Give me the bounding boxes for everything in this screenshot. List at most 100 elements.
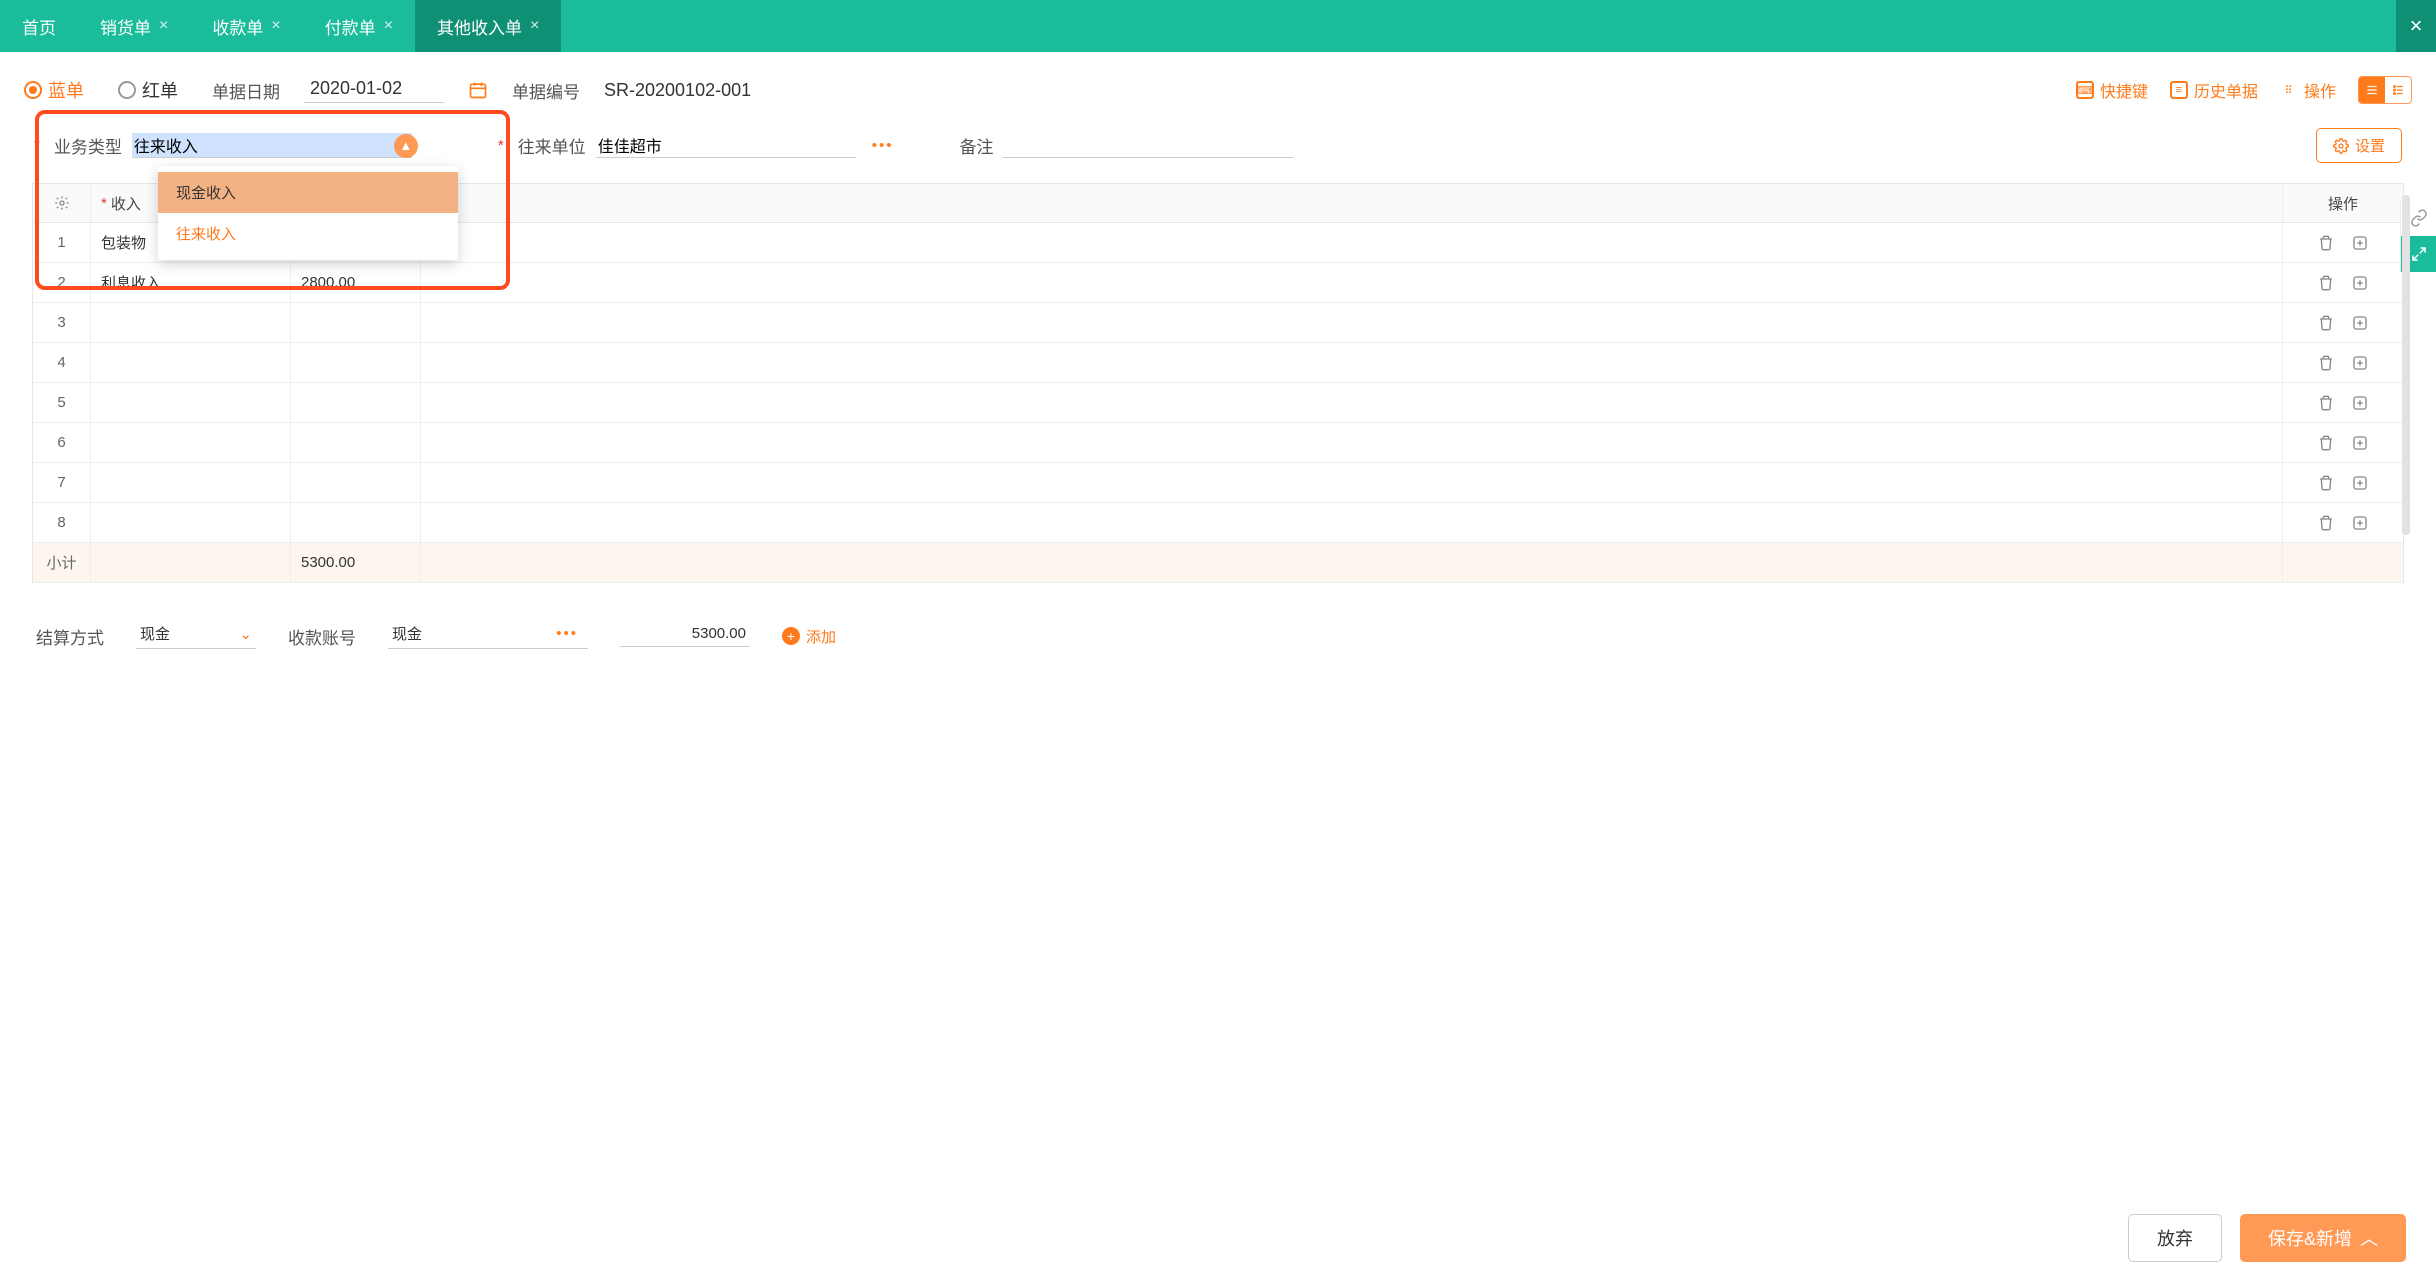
- tab-receipt[interactable]: 收款单×: [190, 0, 302, 52]
- delete-icon[interactable]: [2318, 515, 2334, 531]
- calendar-icon[interactable]: [468, 80, 488, 100]
- delete-icon[interactable]: [2318, 315, 2334, 331]
- add-row-icon[interactable]: [2352, 395, 2368, 411]
- row-income[interactable]: [91, 503, 291, 542]
- row-amount[interactable]: [291, 343, 421, 382]
- tab-home[interactable]: 首页: [0, 0, 78, 52]
- required-mark: *: [498, 137, 504, 154]
- party-field: * 往来单位 •••: [498, 133, 900, 158]
- row-index: 1: [33, 223, 91, 262]
- discard-button[interactable]: 放弃: [2128, 1214, 2222, 1262]
- settings-button[interactable]: 设置: [2316, 128, 2402, 163]
- add-row-icon[interactable]: [2352, 355, 2368, 371]
- tab-payment[interactable]: 付款单×: [303, 0, 415, 52]
- tab-sales[interactable]: 销货单×: [78, 0, 190, 52]
- table-row[interactable]: 7: [32, 463, 2404, 503]
- close-icon[interactable]: ×: [159, 17, 168, 35]
- row-remark[interactable]: [421, 423, 2283, 462]
- dropdown-option[interactable]: 往来收入: [158, 213, 458, 254]
- row-remark[interactable]: [421, 383, 2283, 422]
- required-mark: *: [34, 137, 40, 154]
- delete-icon[interactable]: [2318, 275, 2334, 291]
- chevron-up-icon[interactable]: ▲: [394, 134, 418, 158]
- row-income[interactable]: [91, 303, 291, 342]
- row-amount[interactable]: [291, 503, 421, 542]
- row-income[interactable]: 利息收入: [91, 263, 291, 302]
- add-row-icon[interactable]: [2352, 315, 2368, 331]
- keyboard-icon: ⌨: [2076, 81, 2094, 99]
- delete-icon[interactable]: [2318, 395, 2334, 411]
- row-amount[interactable]: [291, 423, 421, 462]
- row-index: 7: [33, 463, 91, 502]
- account-select[interactable]: 现金•••: [388, 623, 588, 649]
- chevron-down-icon: ⌄: [239, 625, 252, 643]
- row-remark[interactable]: [421, 503, 2283, 542]
- close-icon[interactable]: ×: [530, 17, 539, 35]
- add-row-icon[interactable]: [2352, 275, 2368, 291]
- row-amount[interactable]: [291, 303, 421, 342]
- table-row[interactable]: 6: [32, 423, 2404, 463]
- add-row-icon[interactable]: [2352, 235, 2368, 251]
- row-index: 4: [33, 343, 91, 382]
- table-row[interactable]: 5: [32, 383, 2404, 423]
- row-remark[interactable]: [421, 223, 2283, 262]
- view-detail-icon[interactable]: [2385, 77, 2411, 103]
- table-row[interactable]: 4: [32, 343, 2404, 383]
- biz-type-input[interactable]: [132, 133, 412, 158]
- add-row-icon[interactable]: [2352, 515, 2368, 531]
- add-row-icon[interactable]: [2352, 435, 2368, 451]
- row-amount[interactable]: [291, 463, 421, 502]
- close-panel-button[interactable]: ×: [2396, 0, 2436, 52]
- doc-date-value[interactable]: 2020-01-02: [304, 78, 444, 103]
- tab-other-income[interactable]: 其他收入单×: [415, 0, 561, 52]
- dropdown-option[interactable]: 现金收入: [158, 172, 458, 213]
- remark-label: 备注: [959, 133, 993, 158]
- doc-no-value: SR-20200102-001: [604, 80, 751, 101]
- scrollbar[interactable]: [2402, 195, 2410, 535]
- row-remark[interactable]: [421, 343, 2283, 382]
- doc-date-label: 单据日期: [212, 78, 280, 103]
- more-icon[interactable]: •••: [866, 137, 900, 154]
- biz-type-label: 业务类型: [54, 133, 122, 158]
- close-icon[interactable]: ×: [384, 17, 393, 35]
- row-index: 8: [33, 503, 91, 542]
- row-income[interactable]: [91, 423, 291, 462]
- table-row[interactable]: 8: [32, 503, 2404, 543]
- row-remark[interactable]: [421, 303, 2283, 342]
- save-new-button[interactable]: 保存&新增︿: [2240, 1214, 2406, 1262]
- row-income[interactable]: [91, 383, 291, 422]
- row-amount[interactable]: 2800.00: [291, 263, 421, 302]
- view-toggle: [2358, 76, 2412, 104]
- settlement-amount[interactable]: 5300.00: [620, 625, 750, 647]
- red-doc-radio[interactable]: 红单: [118, 77, 188, 103]
- delete-icon[interactable]: [2318, 355, 2334, 371]
- settle-label: 结算方式: [36, 624, 104, 649]
- blue-doc-radio[interactable]: 蓝单: [24, 77, 94, 103]
- delete-icon[interactable]: [2318, 235, 2334, 251]
- plus-icon: +: [782, 627, 800, 645]
- radio-dot-icon: [24, 81, 42, 99]
- row-income[interactable]: [91, 343, 291, 382]
- row-index: 2: [33, 263, 91, 302]
- remark-input[interactable]: [1003, 133, 1293, 158]
- table-row[interactable]: 2利息收入2800.00: [32, 263, 2404, 303]
- row-income[interactable]: [91, 463, 291, 502]
- view-list-icon[interactable]: [2359, 77, 2385, 103]
- shortcut-button[interactable]: ⌨快捷键: [2076, 78, 2148, 102]
- row-remark[interactable]: [421, 463, 2283, 502]
- biz-type-dropdown: 现金收入 往来收入: [158, 166, 458, 260]
- table-row[interactable]: 3: [32, 303, 2404, 343]
- operate-button[interactable]: ⠿操作: [2280, 78, 2336, 102]
- settle-select[interactable]: 现金⌄: [136, 623, 256, 649]
- row-remark[interactable]: [421, 263, 2283, 302]
- delete-icon[interactable]: [2318, 435, 2334, 451]
- add-row-icon[interactable]: [2352, 475, 2368, 491]
- more-icon[interactable]: •••: [550, 625, 584, 642]
- add-settlement-button[interactable]: +添加: [782, 626, 836, 647]
- close-icon[interactable]: ×: [271, 17, 280, 35]
- delete-icon[interactable]: [2318, 475, 2334, 491]
- row-amount[interactable]: [291, 383, 421, 422]
- party-input[interactable]: [596, 133, 856, 158]
- column-settings[interactable]: [33, 184, 91, 222]
- history-button[interactable]: ≡历史单据: [2170, 78, 2258, 102]
